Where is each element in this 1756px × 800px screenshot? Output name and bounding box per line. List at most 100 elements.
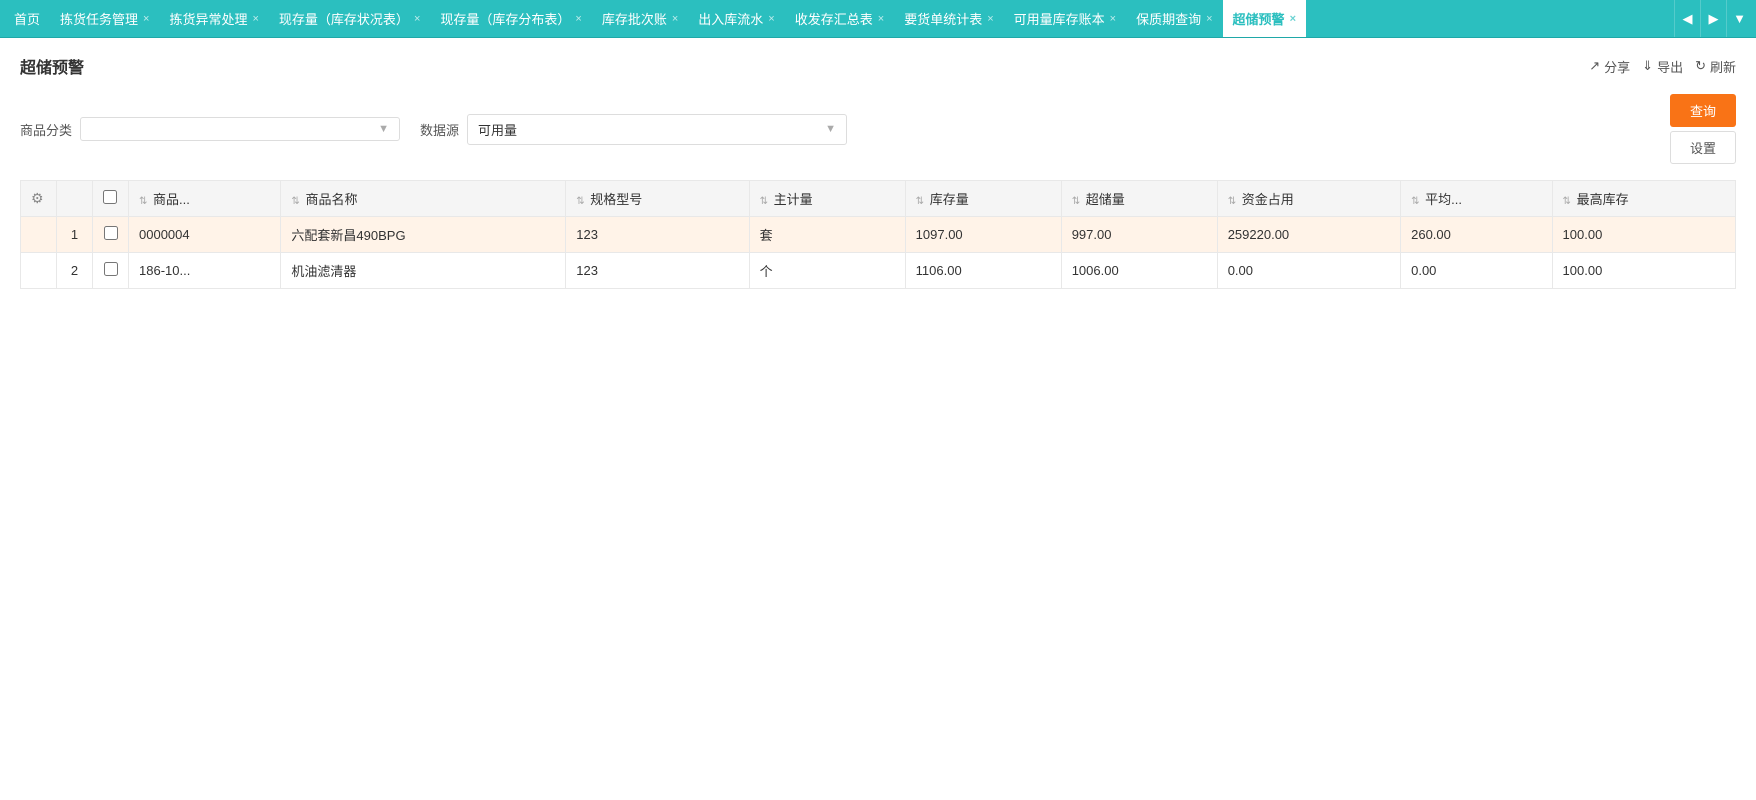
nav-dropdown-arrow[interactable]: ▼ bbox=[1726, 0, 1752, 38]
td-max-stock: 100.00 bbox=[1552, 217, 1735, 253]
th-product-name: ⇅ 商品名称 bbox=[281, 181, 566, 217]
td-avg: 0.00 bbox=[1401, 253, 1552, 289]
close-icon[interactable]: × bbox=[143, 13, 149, 25]
sort-icon: ⇅ bbox=[1072, 196, 1080, 207]
nav-available-book[interactable]: 可用量库存账本 × bbox=[1004, 0, 1126, 38]
category-select[interactable]: ▼ bbox=[80, 117, 400, 141]
refresh-button[interactable]: ↻ 刷新 bbox=[1695, 57, 1736, 76]
page-title: 超储预警 bbox=[20, 54, 84, 78]
export-icon: ⇓ bbox=[1642, 58, 1653, 74]
settings-button[interactable]: 设置 bbox=[1670, 131, 1736, 164]
td-settings bbox=[21, 217, 57, 253]
row-checkbox[interactable] bbox=[104, 226, 118, 240]
query-button[interactable]: 查询 bbox=[1670, 94, 1736, 127]
td-product-name: 六配套新昌490BPG bbox=[281, 217, 566, 253]
td-product-code: 0000004 bbox=[129, 217, 281, 253]
nav-order-stats[interactable]: 要货单统计表 × bbox=[894, 0, 1003, 38]
sort-icon: ⇅ bbox=[1411, 196, 1419, 207]
td-checkbox bbox=[93, 253, 129, 289]
row-checkbox[interactable] bbox=[104, 262, 118, 276]
datasource-filter: 数据源 可用量 ▼ bbox=[420, 114, 847, 145]
export-button[interactable]: ⇓ 导出 bbox=[1642, 57, 1683, 76]
td-product-code: 186-10... bbox=[129, 253, 281, 289]
th-overstock: ⇅ 超储量 bbox=[1061, 181, 1217, 217]
share-icon: ↗ bbox=[1589, 58, 1600, 74]
close-icon[interactable]: × bbox=[252, 13, 258, 25]
td-capital: 0.00 bbox=[1217, 253, 1400, 289]
td-spec: 123 bbox=[566, 253, 749, 289]
share-button[interactable]: ↗ 分享 bbox=[1589, 57, 1630, 76]
action-buttons: 查询 设置 bbox=[1670, 94, 1736, 164]
close-icon[interactable]: × bbox=[672, 13, 678, 25]
close-icon[interactable]: × bbox=[414, 13, 420, 25]
page-header: 超储预警 ↗ 分享 ⇓ 导出 ↻ 刷新 bbox=[20, 54, 1736, 78]
nav-batch[interactable]: 库存批次账 × bbox=[592, 0, 688, 38]
nav-next-arrow[interactable]: ▶ bbox=[1700, 0, 1726, 38]
select-all-checkbox[interactable] bbox=[103, 190, 117, 204]
chevron-down-icon: ▼ bbox=[825, 123, 836, 135]
sort-icon: ⇅ bbox=[291, 196, 299, 207]
sort-icon: ⇅ bbox=[1563, 196, 1571, 207]
nav-collect-summary[interactable]: 收发存汇总表 × bbox=[785, 0, 894, 38]
close-icon[interactable]: × bbox=[987, 13, 993, 25]
nav-inout-flow[interactable]: 出入库流水 × bbox=[688, 0, 784, 38]
close-icon[interactable]: × bbox=[1206, 13, 1212, 25]
chevron-down-icon: ▼ bbox=[378, 123, 389, 135]
td-unit: 个 bbox=[749, 253, 905, 289]
page-content: 超储预警 ↗ 分享 ⇓ 导出 ↻ 刷新 商品分类 ▼ 数据源 bbox=[0, 38, 1756, 800]
td-overstock: 997.00 bbox=[1061, 217, 1217, 253]
datasource-value: 可用量 bbox=[478, 120, 517, 139]
data-table: ⚙ ⇅ 商品... ⇅ 商品名称 ⇅ 规格型号 bbox=[20, 180, 1736, 289]
category-label: 商品分类 bbox=[20, 120, 72, 139]
gear-icon[interactable]: ⚙ bbox=[31, 190, 44, 206]
sort-icon: ⇅ bbox=[576, 196, 584, 207]
sort-icon: ⇅ bbox=[760, 196, 768, 207]
nav-stock-status[interactable]: 现存量（库存状况表） × bbox=[269, 0, 430, 38]
top-navigation: 首页 拣货任务管理 × 拣货异常处理 × 现存量（库存状况表） × 现存量（库存… bbox=[0, 0, 1756, 38]
category-filter: 商品分类 ▼ bbox=[20, 117, 400, 141]
datasource-label: 数据源 bbox=[420, 120, 459, 139]
sort-icon: ⇅ bbox=[916, 196, 924, 207]
th-spec: ⇅ 规格型号 bbox=[566, 181, 749, 217]
td-product-name: 机油滤清器 bbox=[281, 253, 566, 289]
close-icon[interactable]: × bbox=[878, 13, 884, 25]
nav-task-mgmt[interactable]: 拣货任务管理 × bbox=[50, 0, 159, 38]
sort-icon: ⇅ bbox=[1228, 196, 1236, 207]
th-capital: ⇅ 资金占用 bbox=[1217, 181, 1400, 217]
td-stock: 1097.00 bbox=[905, 217, 1061, 253]
table-row: 1 0000004 六配套新昌490BPG 123 套 1097.00 997.… bbox=[21, 217, 1736, 253]
td-checkbox bbox=[93, 217, 129, 253]
filter-row: 商品分类 ▼ 数据源 可用量 ▼ 查询 设置 bbox=[20, 94, 1736, 164]
sort-icon: ⇅ bbox=[139, 196, 147, 207]
td-settings bbox=[21, 253, 57, 289]
close-icon[interactable]: × bbox=[768, 13, 774, 25]
td-avg: 260.00 bbox=[1401, 217, 1552, 253]
th-max-stock: ⇅ 最高库存 bbox=[1552, 181, 1735, 217]
td-rownum: 1 bbox=[57, 217, 93, 253]
nav-shelf-life[interactable]: 保质期查询 × bbox=[1126, 0, 1222, 38]
th-product-code: ⇅ 商品... bbox=[129, 181, 281, 217]
nav-overstock[interactable]: 超储预警 × bbox=[1223, 0, 1306, 38]
close-icon[interactable]: × bbox=[1290, 13, 1296, 25]
header-actions: ↗ 分享 ⇓ 导出 ↻ 刷新 bbox=[1589, 57, 1736, 76]
close-icon[interactable]: × bbox=[575, 13, 581, 25]
td-spec: 123 bbox=[566, 217, 749, 253]
table-row: 2 186-10... 机油滤清器 123 个 1106.00 1006.00 … bbox=[21, 253, 1736, 289]
th-checkbox bbox=[93, 181, 129, 217]
nav-exception[interactable]: 拣货异常处理 × bbox=[159, 0, 268, 38]
th-settings: ⚙ bbox=[21, 181, 57, 217]
th-avg: ⇅ 平均... bbox=[1401, 181, 1552, 217]
td-overstock: 1006.00 bbox=[1061, 253, 1217, 289]
close-icon[interactable]: × bbox=[1110, 13, 1116, 25]
datasource-select[interactable]: 可用量 ▼ bbox=[467, 114, 847, 145]
th-stock: ⇅ 库存量 bbox=[905, 181, 1061, 217]
th-unit: ⇅ 主计量 bbox=[749, 181, 905, 217]
nav-stock-dist[interactable]: 现存量（库存分布表） × bbox=[430, 0, 591, 38]
th-rownum bbox=[57, 181, 93, 217]
nav-arrows: ◀ ▶ ▼ bbox=[1674, 0, 1752, 38]
td-max-stock: 100.00 bbox=[1552, 253, 1735, 289]
td-unit: 套 bbox=[749, 217, 905, 253]
nav-prev-arrow[interactable]: ◀ bbox=[1674, 0, 1700, 38]
nav-home[interactable]: 首页 bbox=[4, 0, 50, 38]
td-rownum: 2 bbox=[57, 253, 93, 289]
